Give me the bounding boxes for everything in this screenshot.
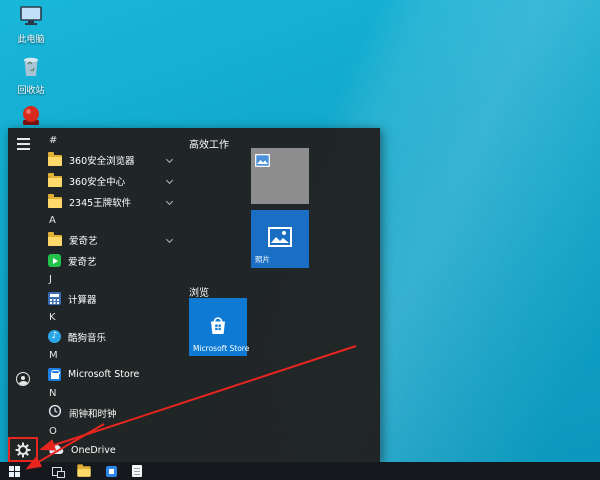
desktop: 此电脑 回收站 [0,0,600,480]
store-bag-icon [207,315,229,339]
windows-logo-icon [9,466,20,477]
folder-icon [48,176,62,187]
app-list-item-onedrive[interactable]: OneDrive [38,440,183,461]
tile-group-title: 高效工作 [189,136,229,151]
folder-icon [48,155,62,166]
app-list-section-header: J [38,271,183,288]
app-list-item-calculator[interactable]: 计算器 [38,288,183,309]
tile-area: 高效工作 照片 浏览 [183,128,380,462]
task-view-icon[interactable] [52,467,62,476]
app-list-section-header: A [38,212,183,229]
chevron-down-icon[interactable] [166,236,173,243]
user-account-icon[interactable] [16,372,30,386]
app-list-item-microsoft-store[interactable]: Microsoft Store [38,364,183,385]
desktop-icons: 此电脑 回收站 [8,5,54,131]
folder-icon [48,235,62,246]
taskbar-icons [52,465,142,477]
iqiyi-icon [48,254,61,267]
tile-photos-live[interactable] [251,148,309,204]
settings-gear-icon[interactable] [15,442,31,458]
chevron-down-icon[interactable] [166,177,173,184]
app-list-item-360-center[interactable]: 360安全中心 [38,170,183,191]
app-list-item-iqiyi-folder[interactable]: 爱奇艺 [38,229,183,250]
file-explorer-icon[interactable] [77,466,90,476]
photo-thumbnail-icon [255,152,270,171]
microsoft-store-icon [48,368,61,381]
recycle-bin-icon [20,54,42,82]
photos-icon [268,227,292,251]
app-list-item-alarms-clock[interactable]: 闹钟和时钟 [38,402,183,423]
folder-icon [48,197,62,208]
chevron-down-icon[interactable] [166,156,173,163]
desktop-icon-recycle-bin[interactable]: 回收站 [8,54,54,96]
app-list: # 360安全浏览器 360安全中心 2345王牌软件 A 爱奇艺 [38,128,183,462]
app-list-section-header: # [38,132,183,149]
this-pc-icon [18,5,44,31]
app-list-section-header: O [38,423,183,440]
desktop-icon-this-pc[interactable]: 此电脑 [8,5,54,45]
start-menu: # 360安全浏览器 360安全中心 2345王牌软件 A 爱奇艺 [8,128,380,462]
this-pc-label: 此电脑 [17,32,44,45]
taskbar-store-icon[interactable] [106,466,117,477]
tile-label: Microsoft Store [193,344,249,353]
chevron-down-icon[interactable] [166,198,173,205]
clock-icon [48,404,62,421]
app-list-section-header: M [38,347,183,364]
app-list-item-2345[interactable]: 2345王牌软件 [38,191,183,212]
tile-group-title: 浏览 [189,284,209,299]
tile-photos[interactable]: 照片 [251,210,309,268]
calculator-icon [48,292,61,305]
hamburger-menu-icon[interactable] [17,138,30,153]
kugou-music-icon [48,330,61,343]
document-app-icon[interactable] [132,465,142,477]
start-menu-rail [8,128,38,462]
cloud-icon [48,444,64,458]
app-list-item-kugou[interactable]: 酷狗音乐 [38,326,183,347]
app-list-item-iqiyi[interactable]: 爱奇艺 [38,250,183,271]
start-button[interactable] [0,466,28,477]
app-list-section-header: N [38,385,183,402]
app-list-section-header: K [38,309,183,326]
recycle-bin-label: 回收站 [17,83,44,96]
tile-label: 照片 [255,254,270,265]
app-list-item-360-browser[interactable]: 360安全浏览器 [38,149,183,170]
taskbar [0,462,600,480]
tile-microsoft-store[interactable]: Microsoft Store [189,298,247,356]
